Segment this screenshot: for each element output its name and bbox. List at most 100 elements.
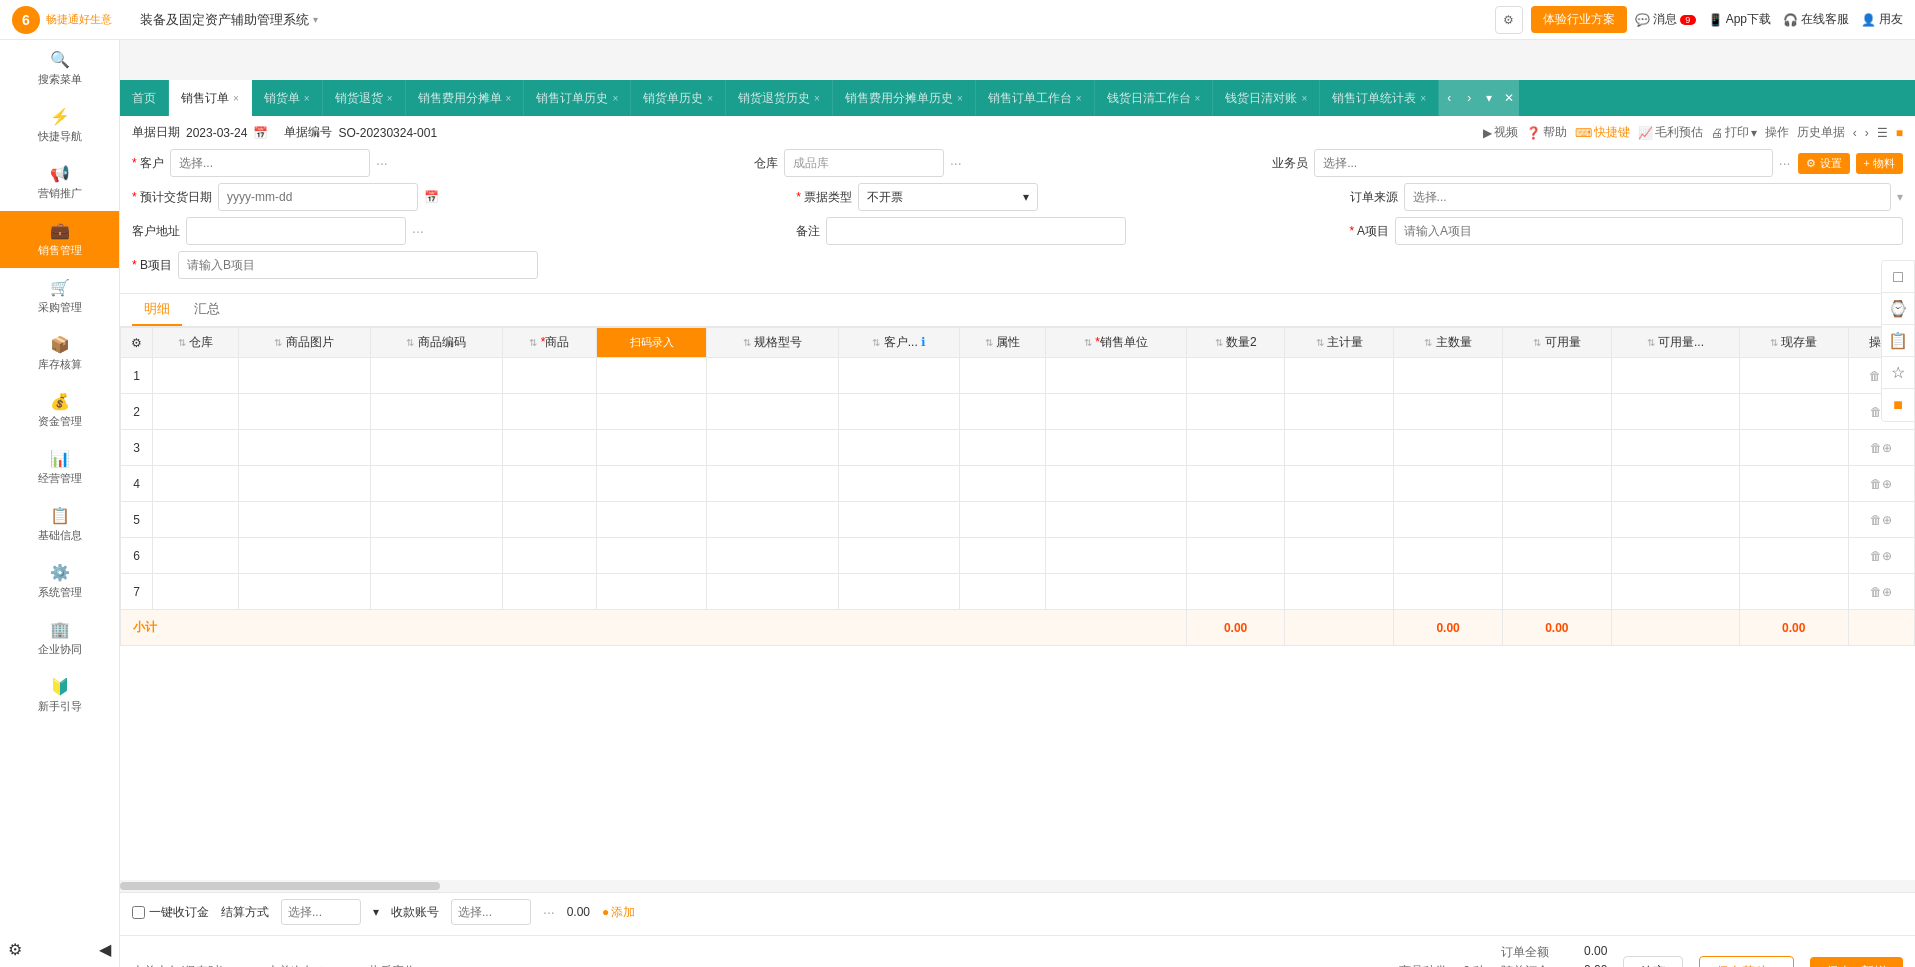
tab-close-icon[interactable]: × (233, 93, 239, 104)
row-copy-icon[interactable]: ⊕ (1882, 585, 1892, 599)
tab-close-icon[interactable]: × (387, 93, 393, 104)
print-button[interactable]: 🖨 打印 ▾ (1711, 124, 1757, 141)
delivery-date-input[interactable] (218, 183, 418, 211)
tab-close-icon[interactable]: × (506, 93, 512, 104)
tab-return-history[interactable]: 销货退货历史 × (726, 80, 833, 116)
customer-input[interactable] (170, 149, 370, 177)
view-video-button[interactable]: ▶ 视频 (1483, 124, 1518, 141)
account-ellipsis-button[interactable]: ··· (543, 904, 555, 920)
add-payment-button[interactable]: ● 添加 (602, 904, 635, 921)
tab-prev-button[interactable]: ‹ (1439, 80, 1459, 116)
row-copy-icon[interactable]: ⊕ (1882, 441, 1892, 455)
customer-address-input[interactable] (186, 217, 406, 245)
warehouse-input[interactable] (784, 149, 944, 177)
sidebar-collapse-icon[interactable]: ◀ (99, 940, 111, 959)
right-btn-3[interactable]: 📋 (1882, 325, 1914, 357)
salesperson-input[interactable] (1314, 149, 1773, 177)
sidebar-item-guide[interactable]: 🔰 新手引导 (0, 667, 119, 724)
account-input[interactable] (451, 899, 531, 925)
tab-daily-workbench[interactable]: 钱货日清工作台 × (1095, 80, 1214, 116)
user-avatar[interactable]: 👤 用友 (1861, 11, 1903, 28)
salesperson-ellipsis-button[interactable]: ··· (1779, 155, 1791, 171)
sidebar-item-enterprise[interactable]: 🏢 企业协同 (0, 610, 119, 667)
sidebar-item-inventory[interactable]: 📦 库存核算 (0, 325, 119, 382)
online-service-button[interactable]: 🎧 在线客服 (1783, 11, 1849, 28)
tab-close-icon[interactable]: × (1420, 93, 1426, 104)
sidebar-item-marketing[interactable]: 📢 营销推广 (0, 154, 119, 211)
sidebar-item-quick[interactable]: ⚡ 快捷导航 (0, 97, 119, 154)
row-copy-icon[interactable]: ⊕ (1882, 549, 1892, 563)
scrollbar-thumb[interactable] (120, 882, 440, 890)
tab-close-icon[interactable]: × (1195, 93, 1201, 104)
tab-close-icon[interactable]: × (814, 93, 820, 104)
sidebar-item-search[interactable]: 🔍 搜索菜单 (0, 40, 119, 97)
form-orange-icon[interactable]: ■ (1896, 126, 1903, 140)
invoice-type-select[interactable]: 不开票 ▾ (858, 183, 1038, 211)
tab-sales-order-history[interactable]: 销售订单历史 × (524, 80, 631, 116)
print-dropdown-icon[interactable]: ▾ (1751, 126, 1757, 140)
tab-order-workbench[interactable]: 销售订单工作台 × (976, 80, 1095, 116)
tab-sales-return[interactable]: 销货退货 × (323, 80, 406, 116)
add-material-button[interactable]: + 物料 (1856, 153, 1903, 174)
tab-close-icon[interactable]: × (612, 93, 618, 104)
tab-home[interactable]: 首页 (120, 80, 169, 116)
tab-daily-reconcile[interactable]: 钱货日清对账 × (1213, 80, 1320, 116)
sidebar-item-basic[interactable]: 📋 基础信息 (0, 496, 119, 553)
right-btn-1[interactable]: □ (1882, 261, 1914, 293)
sidebar-item-sales[interactable]: 💼 销售管理 (0, 211, 119, 268)
tab-sales-order[interactable]: 销售订单 × (169, 80, 252, 116)
shortcut-button[interactable]: ⌨ 快捷键 (1575, 124, 1630, 141)
settings-icon[interactable]: ⚙ (1495, 6, 1523, 34)
horizontal-scrollbar[interactable] (120, 880, 1915, 892)
project-b-input[interactable] (178, 251, 538, 279)
tab-next-button[interactable]: › (1459, 80, 1479, 116)
help-button[interactable]: ❓ 帮助 (1526, 124, 1567, 141)
customer-ellipsis-button[interactable]: ··· (376, 155, 388, 171)
scan-button[interactable]: 扫码录入 (624, 333, 680, 352)
tab-order-stats[interactable]: 销售订单统计表 × (1320, 80, 1439, 116)
save-new-button[interactable]: 保存&新增 (1810, 957, 1903, 968)
history-button[interactable]: 历史单据 (1797, 124, 1845, 141)
calendar-icon[interactable]: 📅 (253, 126, 268, 140)
message-button[interactable]: 💬 消息 9 (1635, 11, 1696, 28)
dropdown-arrow-icon[interactable]: ▾ (313, 14, 318, 25)
col-scan[interactable]: 扫码录入 (597, 328, 707, 358)
right-btn-2[interactable]: ⌚ (1882, 293, 1914, 325)
row-copy-icon[interactable]: ⊕ (1882, 477, 1892, 491)
tab-sales-fee[interactable]: 销售费用分摊单 × (406, 80, 525, 116)
save-draft-button[interactable]: 保存草稿 ▾ (1699, 956, 1794, 968)
form-nav-next[interactable]: › (1865, 126, 1869, 140)
row-delete-icon[interactable]: 🗑 (1870, 441, 1882, 455)
profit-button[interactable]: 📈 毛利预估 (1638, 124, 1703, 141)
settings-button[interactable]: ⚙ 设置 (1798, 153, 1849, 174)
col-config[interactable]: ⚙ (121, 328, 153, 358)
tab-close-icon[interactable]: × (1076, 93, 1082, 104)
tab-close-icon[interactable]: × (957, 93, 963, 104)
sidebar-item-operation[interactable]: 📊 经营管理 (0, 439, 119, 496)
tab-sales-bill-history[interactable]: 销货单历史 × (631, 80, 726, 116)
row-copy-icon[interactable]: ⊕ (1882, 513, 1892, 527)
row-delete-icon[interactable]: 🗑 (1869, 369, 1881, 383)
row-delete-icon[interactable]: 🗑 (1870, 477, 1882, 491)
one-click-checkbox-input[interactable] (132, 906, 145, 919)
sidebar-item-purchase[interactable]: 🛒 采购管理 (0, 268, 119, 325)
form-list-view[interactable]: ☰ (1877, 126, 1888, 140)
form-nav-prev[interactable]: ‹ (1853, 126, 1857, 140)
sidebar-settings-icon[interactable]: ⚙ (8, 940, 22, 959)
warehouse-ellipsis-button[interactable]: ··· (950, 155, 962, 171)
right-btn-5[interactable]: ■ (1882, 389, 1914, 421)
tab-close-icon[interactable]: × (304, 93, 310, 104)
abandon-button[interactable]: 放弃 (1623, 956, 1683, 968)
tab-detail[interactable]: 明细 (132, 294, 182, 326)
operate-button[interactable]: 操作 (1765, 124, 1789, 141)
tab-summary[interactable]: 汇总 (182, 294, 232, 326)
order-source-input[interactable] (1404, 183, 1891, 211)
tab-fee-history[interactable]: 销售费用分摊单历史 × (833, 80, 976, 116)
project-a-input[interactable] (1395, 217, 1903, 245)
app-download-button[interactable]: 📱 App下载 (1708, 11, 1771, 28)
tab-dropdown-button[interactable]: ▾ (1479, 80, 1499, 116)
row-delete-icon[interactable]: 🗑 (1870, 513, 1882, 527)
sidebar-item-system[interactable]: ⚙️ 系统管理 (0, 553, 119, 610)
tab-close-all-button[interactable]: ✕ (1499, 80, 1519, 116)
row-delete-icon[interactable]: 🗑 (1870, 549, 1882, 563)
